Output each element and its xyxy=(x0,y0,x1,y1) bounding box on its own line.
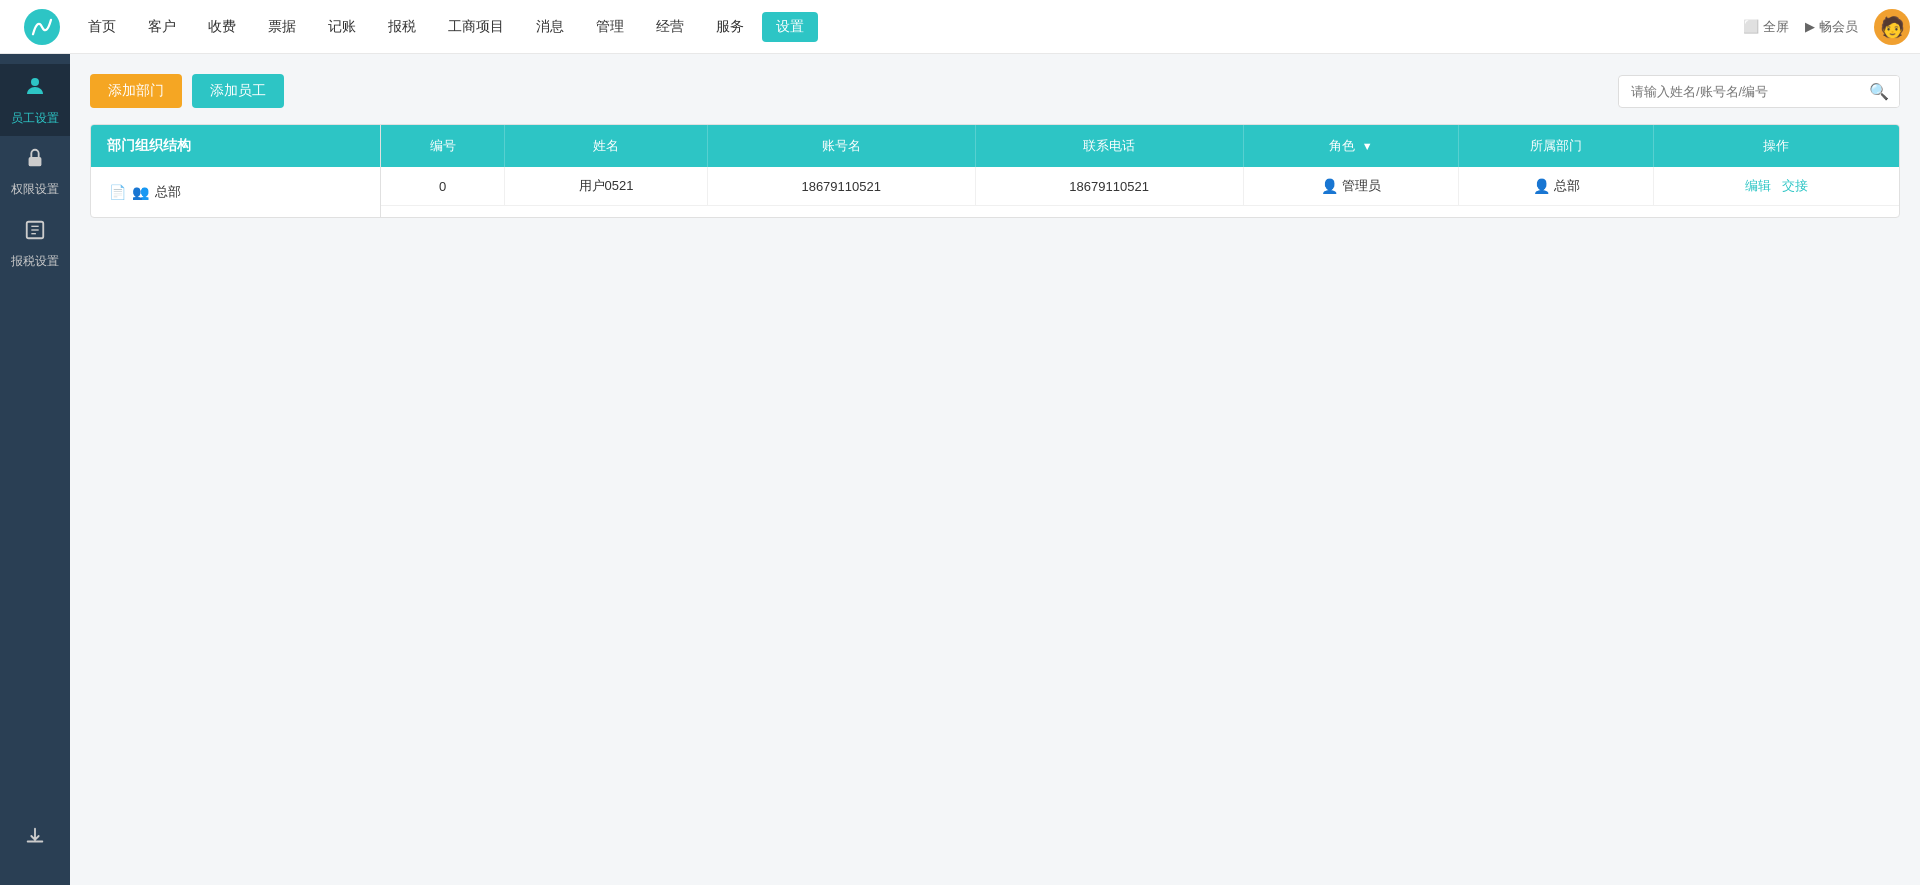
employee-icon xyxy=(23,74,47,104)
nav-home[interactable]: 首页 xyxy=(74,12,130,42)
cell-dept: 👤 总部 xyxy=(1459,167,1654,206)
logo xyxy=(10,9,74,45)
vip-btn[interactable]: ▶ 畅会员 xyxy=(1805,18,1858,36)
table-panel: 编号 姓名 账号名 联系电话 角色 ▼ 所属部门 操作 0 xyxy=(381,125,1899,217)
search-box: 🔍 xyxy=(1618,75,1900,108)
svg-rect-2 xyxy=(29,157,42,166)
folder-icon: 📄 xyxy=(109,184,126,200)
cell-id: 0 xyxy=(381,167,505,206)
tree-node-root[interactable]: 📄 👥 总部 xyxy=(101,177,370,207)
role-badge: 👤 管理员 xyxy=(1321,177,1381,195)
dept-icon: 👤 xyxy=(1533,178,1550,194)
sidebar-item-employee-label: 员工设置 xyxy=(11,110,59,127)
col-phone: 联系电话 xyxy=(975,125,1243,167)
nav-operation[interactable]: 经营 xyxy=(642,12,698,42)
nav-fee[interactable]: 收费 xyxy=(194,12,250,42)
nav-settings[interactable]: 设置 xyxy=(762,12,818,42)
col-action: 操作 xyxy=(1653,125,1899,167)
vip-icon: ▶ xyxy=(1805,19,1815,34)
fullscreen-icon: ⬜ xyxy=(1743,19,1759,34)
col-account: 账号名 xyxy=(707,125,975,167)
add-employee-button[interactable]: 添加员工 xyxy=(192,74,284,108)
user-group-icon: 👥 xyxy=(132,184,149,200)
nav-business[interactable]: 工商项目 xyxy=(434,12,518,42)
nav-service[interactable]: 服务 xyxy=(702,12,758,42)
avatar[interactable]: 🧑 xyxy=(1874,9,1910,45)
nav-tax[interactable]: 报税 xyxy=(374,12,430,42)
dept-label: 总部 xyxy=(1554,177,1580,195)
cell-phone: 18679110521 xyxy=(975,167,1243,206)
cell-role: 👤 管理员 xyxy=(1243,167,1459,206)
edit-link[interactable]: 编辑 xyxy=(1745,178,1771,193)
svg-point-1 xyxy=(31,78,39,86)
cell-name: 用户0521 xyxy=(505,167,707,206)
col-id: 编号 xyxy=(381,125,505,167)
role-label: 管理员 xyxy=(1342,177,1381,195)
nav-bill[interactable]: 票据 xyxy=(254,12,310,42)
filter-icon: ▼ xyxy=(1362,140,1373,152)
top-navigation: 首页 客户 收费 票据 记账 报税 工商项目 消息 管理 经营 服务 设置 ⬜ … xyxy=(0,0,1920,54)
col-name: 姓名 xyxy=(505,125,707,167)
tree-panel: 部门组织结构 📄 👥 总部 xyxy=(91,125,381,217)
add-dept-button[interactable]: 添加部门 xyxy=(90,74,182,108)
fullscreen-btn[interactable]: ⬜ 全屏 xyxy=(1743,18,1789,36)
lock-icon xyxy=(24,147,46,175)
cell-actions: 编辑 交接 xyxy=(1653,167,1899,206)
search-button[interactable]: 🔍 xyxy=(1859,76,1899,107)
nav-client[interactable]: 客户 xyxy=(134,12,190,42)
table-row: 0 用户0521 18679110521 18679110521 👤 管理员 xyxy=(381,167,1899,206)
tax-icon xyxy=(24,219,46,247)
main-content: 添加部门 添加员工 🔍 部门组织结构 📄 👥 总部 编 xyxy=(70,54,1920,885)
col-dept: 所属部门 xyxy=(1459,125,1654,167)
tree-header: 部门组织结构 xyxy=(91,125,380,167)
sidebar-item-permission-settings[interactable]: 权限设置 xyxy=(0,136,70,208)
nav-right-area: ⬜ 全屏 ▶ 畅会员 🧑 xyxy=(1743,9,1910,45)
transfer-link[interactable]: 交接 xyxy=(1782,178,1808,193)
search-input[interactable] xyxy=(1619,78,1859,105)
logo-icon xyxy=(24,9,60,45)
sidebar-download-btn[interactable] xyxy=(0,803,70,875)
tree-node-root-label: 总部 xyxy=(155,183,181,201)
download-icon xyxy=(24,825,46,853)
content-area: 部门组织结构 📄 👥 总部 编号 姓名 账号名 联系电话 xyxy=(90,124,1900,218)
dept-badge: 👤 总部 xyxy=(1533,177,1580,195)
main-navigation: 首页 客户 收费 票据 记账 报税 工商项目 消息 管理 经营 服务 设置 xyxy=(74,12,1743,42)
col-role[interactable]: 角色 ▼ xyxy=(1243,125,1459,167)
sidebar-item-tax-settings[interactable]: 报税设置 xyxy=(0,208,70,280)
tree-body: 📄 👥 总部 xyxy=(91,167,380,217)
fullscreen-label: 全屏 xyxy=(1763,18,1789,36)
nav-account[interactable]: 记账 xyxy=(314,12,370,42)
col-role-label: 角色 xyxy=(1329,138,1355,153)
role-icon: 👤 xyxy=(1321,178,1338,194)
toolbar: 添加部门 添加员工 🔍 xyxy=(90,74,1900,108)
table-header-row: 编号 姓名 账号名 联系电话 角色 ▼ 所属部门 操作 xyxy=(381,125,1899,167)
sidebar-item-permission-label: 权限设置 xyxy=(11,181,59,198)
cell-account: 18679110521 xyxy=(707,167,975,206)
nav-message[interactable]: 消息 xyxy=(522,12,578,42)
nav-manage[interactable]: 管理 xyxy=(582,12,638,42)
sidebar: 员工设置 权限设置 报税设置 xyxy=(0,54,70,885)
employee-table: 编号 姓名 账号名 联系电话 角色 ▼ 所属部门 操作 0 xyxy=(381,125,1899,206)
sidebar-item-tax-label: 报税设置 xyxy=(11,253,59,270)
sidebar-item-employee-settings[interactable]: 员工设置 xyxy=(0,64,70,136)
vip-label: 畅会员 xyxy=(1819,18,1858,36)
